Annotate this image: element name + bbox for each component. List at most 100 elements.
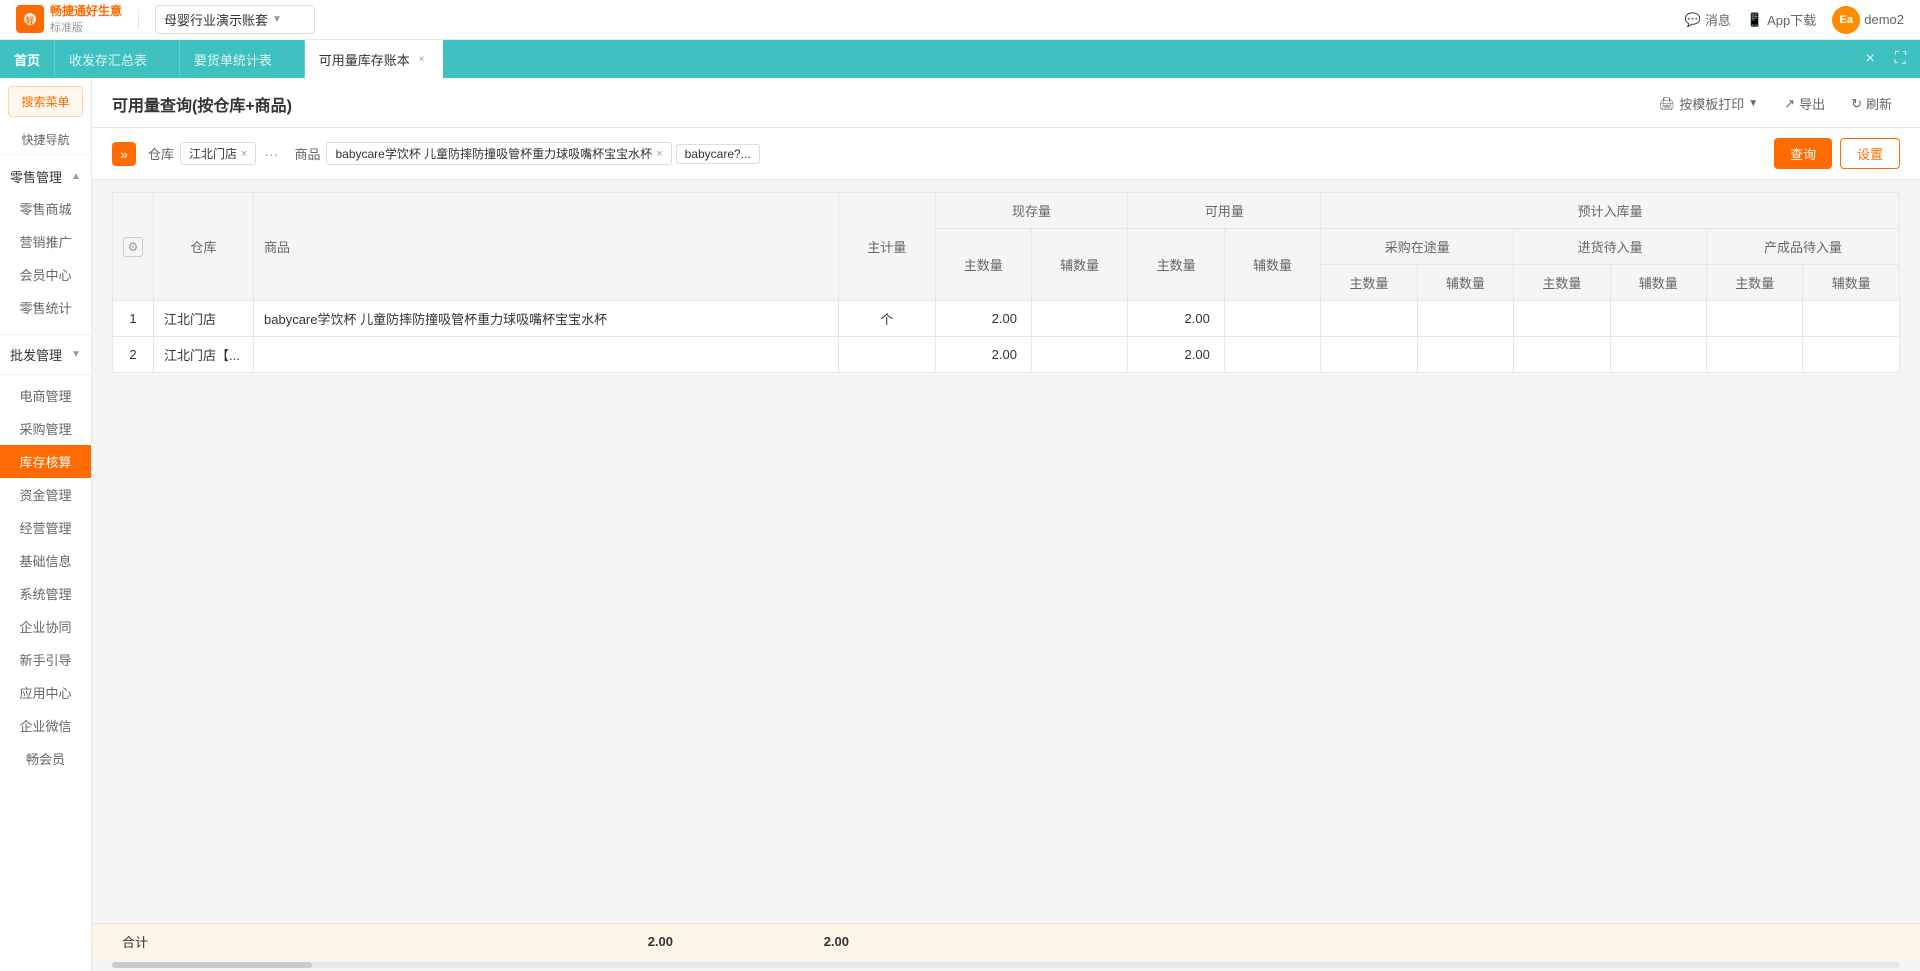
table-footer: 合计 2.00 2.00 xyxy=(92,923,1920,959)
app-download-label: App下载 xyxy=(1767,10,1816,29)
export-icon: ↗ xyxy=(1784,96,1795,112)
export-label: 导出 xyxy=(1799,94,1825,113)
tab-available-stock[interactable]: 可用量库存账本 × xyxy=(305,40,443,78)
cell-product-0: babycare学饮杯 儿童防摔防撞吸管杯重力球吸嘴杯宝宝水杯 xyxy=(254,301,839,337)
sidebar-item-basics[interactable]: 基础信息 xyxy=(0,544,91,577)
tab-close-all-icon[interactable]: × xyxy=(1859,48,1880,70)
sidebar-retail-label: 零售管理 xyxy=(10,167,62,186)
sidebar-wholesale-arrow: ▼ xyxy=(71,349,81,360)
sidebar-section-retail: 零售管理 ▲ 零售商城 营销推广 会员中心 零售统计 xyxy=(0,155,91,330)
th-purchase-pending-label: 进货待入量 xyxy=(1514,229,1707,265)
filter-expand-btn[interactable]: » xyxy=(112,142,136,166)
footer-current-main-total: 2.00 xyxy=(599,934,687,949)
th-current-stock: 现存量 xyxy=(935,193,1128,229)
sidebar-item-enterprise[interactable]: 企业协同 xyxy=(0,610,91,643)
product-filter-label: 商品 xyxy=(294,144,320,163)
sidebar-item-members[interactable]: 会员中心 xyxy=(0,258,91,291)
th-purchase-transit-main: 主数量 xyxy=(1321,265,1417,301)
sidebar-item-finance[interactable]: 资金管理 xyxy=(0,478,91,511)
tab-order-stats[interactable]: 要货单统计表 × xyxy=(180,40,305,78)
cell-unit-1 xyxy=(839,337,935,373)
tab-home[interactable]: 首页 xyxy=(0,40,55,78)
scrollbar-track[interactable] xyxy=(112,962,1900,968)
cell-pt-main-0 xyxy=(1321,301,1417,337)
print-btn[interactable]: 🖨 按模板打印 ▼ xyxy=(1651,90,1766,117)
settings-btn[interactable]: 设置 xyxy=(1840,138,1900,169)
user-profile-btn[interactable]: Ea demo2 xyxy=(1832,6,1904,34)
page-title: 可用量查询(按仓库+商品) xyxy=(112,92,292,116)
logo-icon: 好 xyxy=(16,5,44,33)
refresh-btn[interactable]: ↻ 刷新 xyxy=(1843,90,1900,117)
tab-order-stats-label: 要货单统计表 xyxy=(194,50,272,69)
cell-pp-main-0 xyxy=(1514,301,1610,337)
table-settings-icon[interactable]: ⚙ xyxy=(123,237,143,257)
table-row: 1 江北门店 babycare学饮杯 儿童防摔防撞吸管杯重力球吸嘴杯宝宝水杯 个… xyxy=(113,301,1900,337)
search-menu-btn[interactable]: 搜索菜单 xyxy=(8,86,83,117)
product-tag-1-text: babycare学饮杯 儿童防摔防撞吸管杯重力球吸嘴杯宝宝水杯 xyxy=(335,145,652,162)
th-product: 商品 xyxy=(254,193,839,301)
filter-action-buttons: 查询 设置 xyxy=(1774,138,1900,169)
cell-prod-main-0 xyxy=(1707,301,1803,337)
app-icon: 📱 xyxy=(1747,12,1763,28)
warehouse-filter-label: 仓库 xyxy=(148,144,174,163)
sidebar-item-inventory[interactable]: 库存核算 xyxy=(0,445,91,478)
warehouse-tag-1-close[interactable]: × xyxy=(241,148,247,160)
table-body: 1 江北门店 babycare学饮杯 儿童防摔防撞吸管杯重力球吸嘴杯宝宝水杯 个… xyxy=(113,301,1900,373)
sidebar-item-purchase[interactable]: 采购管理 xyxy=(0,412,91,445)
table-container: ⚙ 仓库 商品 主计量 现存量 可用量 预计入库量 主数量 辅数量 主数量 辅数… xyxy=(92,180,1920,923)
sidebar-item-ecommerce[interactable]: 电商管理 xyxy=(0,379,91,412)
avatar: Ea xyxy=(1832,6,1860,34)
export-btn[interactable]: ↗ 导出 xyxy=(1776,90,1833,117)
product-tag-1: babycare学饮杯 儿童防摔防撞吸管杯重力球吸嘴杯宝宝水杯 × xyxy=(326,142,671,165)
th-avail-aux: 辅数量 xyxy=(1224,229,1320,301)
product-tag-1-close[interactable]: × xyxy=(656,148,662,160)
main-layout: 搜索菜单 快捷导航 零售管理 ▲ 零售商城 营销推广 会员中心 零售统计 批发管… xyxy=(0,78,1920,971)
top-bar-left: 好 畅捷通好生意 标准版 母婴行业演示账套 ▼ xyxy=(16,4,315,34)
company-select[interactable]: 母婴行业演示账套 ▼ xyxy=(155,5,315,34)
warehouse-tag-1: 江北门店 × xyxy=(180,142,256,165)
product-tag-2-text: babycare?... xyxy=(685,147,751,161)
warehouse-tag-1-text: 江北门店 xyxy=(189,145,237,162)
th-purchase-transit-aux: 辅数量 xyxy=(1417,265,1513,301)
logo-text: 畅捷通好生意 xyxy=(50,4,122,18)
sidebar-item-system[interactable]: 系统管理 xyxy=(0,577,91,610)
cell-cur-aux-1 xyxy=(1031,337,1127,373)
sidebar-item-operations[interactable]: 经营管理 xyxy=(0,511,91,544)
cell-pt-aux-1 xyxy=(1417,337,1513,373)
th-production-pending-aux: 辅数量 xyxy=(1803,265,1900,301)
tab-receive-send[interactable]: 收发存汇总表 × xyxy=(55,40,180,78)
message-btn[interactable]: 💬 消息 xyxy=(1685,10,1731,29)
footer-avail-main-total: 2.00 xyxy=(775,934,863,949)
tab-fullscreen-icon[interactable]: ⛶ xyxy=(1889,48,1912,70)
sidebar-item-retail-shop[interactable]: 零售商城 xyxy=(0,192,91,225)
quick-nav-btn[interactable]: 快捷导航 xyxy=(0,125,91,155)
tab-receive-send-close[interactable]: × xyxy=(153,53,165,66)
app-download-btn[interactable]: 📱 App下载 xyxy=(1747,10,1816,29)
company-name: 母婴行业演示账套 xyxy=(164,10,268,29)
data-table: ⚙ 仓库 商品 主计量 现存量 可用量 预计入库量 主数量 辅数量 主数量 辅数… xyxy=(112,192,1900,373)
warehouse-more[interactable]: ··· xyxy=(260,146,282,162)
scrollbar-thumb[interactable] xyxy=(112,962,312,968)
cell-cur-aux-0 xyxy=(1031,301,1127,337)
tab-order-stats-close[interactable]: × xyxy=(278,53,290,66)
sidebar-retail-header[interactable]: 零售管理 ▲ xyxy=(0,161,91,192)
sidebar-item-member[interactable]: 畅会员 xyxy=(0,742,91,775)
tab-available-stock-close[interactable]: × xyxy=(416,53,428,66)
top-bar-right: 💬 消息 📱 App下载 Ea demo2 xyxy=(1685,6,1904,34)
sidebar-retail-arrow: ▲ xyxy=(71,171,81,182)
cell-avail-aux-0 xyxy=(1224,301,1320,337)
top-bar: 好 畅捷通好生意 标准版 母婴行业演示账套 ▼ 💬 消息 📱 App下载 Ea … xyxy=(0,0,1920,40)
th-avail-main: 主数量 xyxy=(1128,229,1224,301)
sidebar-item-newguide[interactable]: 新手引导 xyxy=(0,643,91,676)
query-btn[interactable]: 查询 xyxy=(1774,138,1832,169)
sidebar-item-marketing[interactable]: 营销推广 xyxy=(0,225,91,258)
sidebar-item-retail-stats[interactable]: 零售统计 xyxy=(0,291,91,324)
sidebar-item-wechat[interactable]: 企业微信 xyxy=(0,709,91,742)
cell-pp-main-1 xyxy=(1514,337,1610,373)
th-available: 可用量 xyxy=(1128,193,1321,229)
svg-text:好: 好 xyxy=(25,15,34,25)
print-icon: 🖨 xyxy=(1659,96,1676,112)
message-label: 消息 xyxy=(1705,10,1731,29)
sidebar-wholesale-header[interactable]: 批发管理 ▼ xyxy=(0,339,91,370)
sidebar-item-appcenter[interactable]: 应用中心 xyxy=(0,676,91,709)
